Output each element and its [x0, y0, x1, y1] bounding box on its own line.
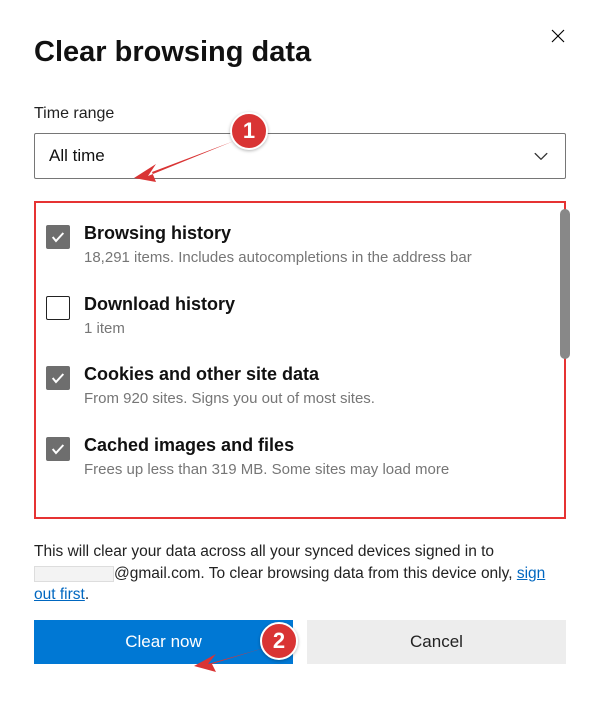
option-desc: 18,291 items. Includes autocompletions i… [84, 248, 472, 268]
option-desc: From 920 sites. Signs you out of most si… [84, 389, 375, 409]
clear-browsing-data-dialog: Clear browsing data Time range All time … [8, 8, 592, 716]
option-title: Browsing history [84, 223, 472, 244]
email-redacted [34, 566, 114, 582]
close-button[interactable] [544, 22, 572, 50]
scrollbar[interactable] [560, 209, 570, 359]
cancel-button[interactable]: Cancel [307, 620, 566, 664]
footer-text: This will clear your data across all you… [34, 541, 566, 606]
annotation-marker: 1 [230, 112, 268, 150]
list-item[interactable]: Browsing history 18,291 items. Includes … [42, 217, 550, 288]
list-item[interactable]: Cached images and files Frees up less th… [42, 429, 550, 484]
checkbox-download-history[interactable] [46, 296, 70, 320]
list-item[interactable]: Download history 1 item [42, 288, 550, 359]
annotation-marker: 2 [260, 622, 298, 660]
time-range-value: All time [49, 146, 105, 166]
annotation-arrow-icon [190, 644, 268, 679]
option-desc: Frees up less than 319 MB. Some sites ma… [84, 460, 449, 480]
time-range-label: Time range [34, 105, 566, 123]
option-title: Cookies and other site data [84, 364, 375, 385]
close-icon [549, 27, 567, 45]
chevron-down-icon [531, 146, 551, 166]
checkbox-cookies[interactable] [46, 366, 70, 390]
checkbox-cached-files[interactable] [46, 437, 70, 461]
option-desc: 1 item [84, 319, 235, 339]
data-types-list: Browsing history 18,291 items. Includes … [34, 201, 566, 519]
list-item[interactable]: Cookies and other site data From 920 sit… [42, 358, 550, 429]
checkbox-browsing-history[interactable] [46, 225, 70, 249]
option-title: Cached images and files [84, 435, 449, 456]
dialog-title: Clear browsing data [34, 36, 566, 69]
button-row: Clear now Cancel [34, 620, 566, 664]
annotation-arrow-icon [126, 136, 238, 191]
option-title: Download history [84, 294, 235, 315]
time-range-select[interactable]: All time [34, 133, 566, 179]
